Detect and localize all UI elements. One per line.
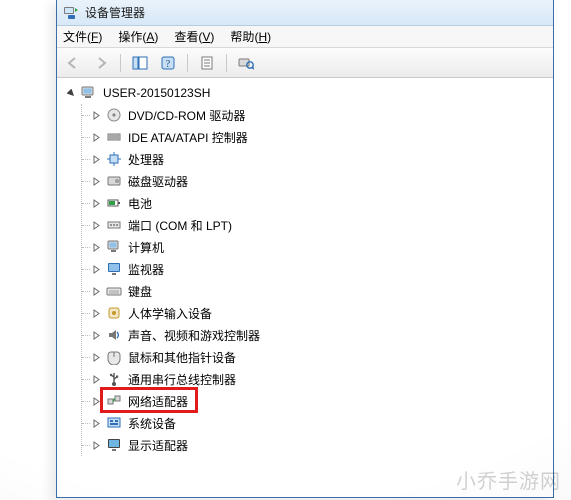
tree-node-label: 人体学输入设备 (126, 305, 214, 322)
tree-node-mouse[interactable]: 鼠标和其他指针设备 (90, 346, 551, 368)
tree-node-label: 显示适配器 (126, 437, 190, 454)
keyboard-icon (106, 283, 122, 299)
expander-icon[interactable] (90, 351, 102, 363)
port-icon (106, 217, 122, 233)
menu-file-label: 文件 (63, 30, 87, 44)
battery-icon (106, 195, 122, 211)
expander-icon[interactable] (90, 285, 102, 297)
cpu-icon (106, 151, 122, 167)
expander-icon[interactable] (90, 153, 102, 165)
tree-node-battery[interactable]: 电池 (90, 192, 551, 214)
usb-icon (106, 371, 122, 387)
tree-node-ide[interactable]: IDE ATA/ATAPI 控制器 (90, 126, 551, 148)
hdd-icon (106, 173, 122, 189)
menu-help-label: 帮助 (230, 30, 254, 44)
expander-icon[interactable] (90, 307, 102, 319)
tree-node-hid[interactable]: 人体学输入设备 (90, 302, 551, 324)
expander-icon[interactable] (90, 241, 102, 253)
menu-help-accel: H (258, 30, 267, 44)
tree-node-label: 声音、视频和游戏控制器 (126, 327, 262, 344)
mouse-icon (106, 349, 122, 365)
menu-help[interactable]: 帮助(H) (230, 28, 271, 45)
show-hide-tree-button[interactable] (128, 52, 152, 74)
tree-root-node[interactable]: USER-20150123SH (59, 82, 551, 104)
back-button[interactable] (61, 52, 85, 74)
tree-node-monitor[interactable]: 监视器 (90, 258, 551, 280)
net-icon (106, 393, 122, 409)
tree-node-label: 处理器 (126, 151, 166, 168)
scan-hardware-button[interactable] (234, 52, 258, 74)
tree-node-ports[interactable]: 端口 (COM 和 LPT) (90, 214, 551, 236)
titlebar: 设备管理器 (57, 0, 553, 26)
device-manager-icon (63, 5, 79, 21)
tree-node-label: 键盘 (126, 283, 154, 300)
tree-node-label: 监视器 (126, 261, 166, 278)
tree-node-label: DVD/CD-ROM 驱动器 (126, 107, 247, 124)
hid-icon (106, 305, 122, 321)
ide-icon (106, 129, 122, 145)
tree-node-label: 网络适配器 (126, 393, 190, 410)
expander-icon[interactable] (65, 87, 77, 99)
menubar: 文件(F) 操作(A) 查看(V) 帮助(H) (57, 26, 553, 48)
device-manager-window: 设备管理器 文件(F) 操作(A) 查看(V) 帮助(H) (56, 0, 554, 498)
monitor-icon (106, 261, 122, 277)
expander-icon[interactable] (90, 395, 102, 407)
tree-node-dvd[interactable]: DVD/CD-ROM 驱动器 (90, 104, 551, 126)
tree-node-label: IDE ATA/ATAPI 控制器 (126, 129, 250, 146)
toolbar-separator-2 (187, 54, 188, 72)
outer-frame: 设备管理器 文件(F) 操作(A) 查看(V) 帮助(H) (0, 0, 571, 500)
computer-icon (106, 239, 122, 255)
tree-node-label: 电池 (126, 195, 154, 212)
tree-node-sound[interactable]: 声音、视频和游戏控制器 (90, 324, 551, 346)
expander-icon[interactable] (90, 439, 102, 451)
computer-root-icon (81, 85, 97, 101)
tree-node-label: 计算机 (126, 239, 166, 256)
tree-node-computer[interactable]: 计算机 (90, 236, 551, 258)
tree-node-display[interactable]: 显示适配器 (90, 434, 551, 456)
menu-action[interactable]: 操作(A) (118, 28, 158, 45)
expander-icon[interactable] (90, 197, 102, 209)
tree-node-label: 通用串行总线控制器 (126, 371, 238, 388)
tree-node-keyboard[interactable]: 键盘 (90, 280, 551, 302)
tree-root-label: USER-20150123SH (101, 86, 212, 100)
menu-file[interactable]: 文件(F) (63, 28, 102, 45)
tree-node-label: 端口 (COM 和 LPT) (126, 217, 234, 234)
tree-node-label: 系统设备 (126, 415, 178, 432)
expander-icon[interactable] (90, 373, 102, 385)
expander-icon[interactable] (90, 109, 102, 121)
expander-icon[interactable] (90, 263, 102, 275)
tree-node-label: 磁盘驱动器 (126, 173, 190, 190)
expander-icon[interactable] (90, 219, 102, 231)
device-tree[interactable]: USER-20150123SH DVD/CD-ROM 驱动器 IDE ATA/AT… (57, 78, 553, 497)
help-button[interactable]: ? (156, 52, 180, 74)
tree-node-net[interactable]: 网络适配器 (90, 390, 551, 412)
menu-action-accel: A (146, 30, 154, 44)
svg-text:?: ? (166, 59, 171, 70)
forward-button[interactable] (89, 52, 113, 74)
menu-file-accel: F (91, 30, 98, 44)
tree-node-usb[interactable]: 通用串行总线控制器 (90, 368, 551, 390)
expander-icon[interactable] (90, 417, 102, 429)
system-icon (106, 415, 122, 431)
menu-view-accel: V (202, 30, 210, 44)
tree-node-label: 鼠标和其他指针设备 (126, 349, 238, 366)
toolbar-separator (120, 54, 121, 72)
menu-action-label: 操作 (118, 30, 142, 44)
properties-button[interactable] (195, 52, 219, 74)
expander-icon[interactable] (90, 131, 102, 143)
tree-node-disk[interactable]: 磁盘驱动器 (90, 170, 551, 192)
expander-icon[interactable] (90, 329, 102, 341)
display-icon (106, 437, 122, 453)
menu-view[interactable]: 查看(V) (174, 28, 214, 45)
tree-node-cpu[interactable]: 处理器 (90, 148, 551, 170)
expander-icon[interactable] (90, 175, 102, 187)
toolbar-separator-3 (226, 54, 227, 72)
toolbar: ? (57, 48, 553, 78)
menu-view-label: 查看 (174, 30, 198, 44)
disc-icon (106, 107, 122, 123)
window-title: 设备管理器 (85, 4, 145, 21)
sound-icon (106, 327, 122, 343)
tree-node-system[interactable]: 系统设备 (90, 412, 551, 434)
